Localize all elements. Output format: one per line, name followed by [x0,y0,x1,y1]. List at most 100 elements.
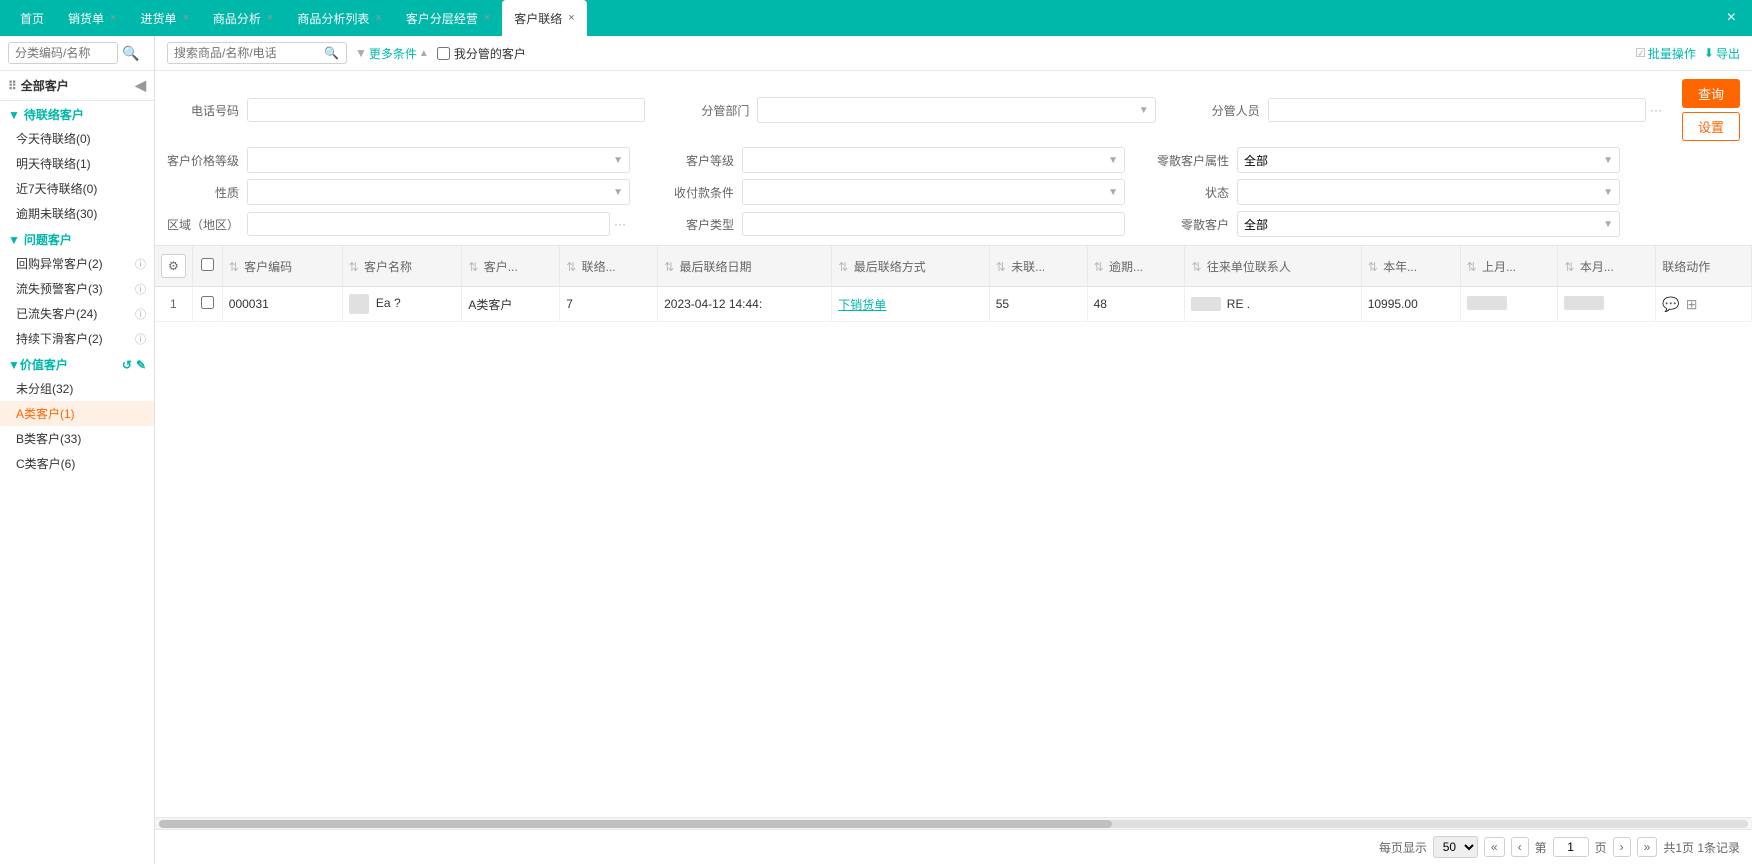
sort-contact2-icon[interactable]: ⇅ [1191,260,1201,274]
close-goods-list-icon[interactable]: × [375,12,381,24]
sort-lastdate-icon[interactable]: ⇅ [664,260,674,274]
sidebar-item-c-class[interactable]: C类客户(6) [0,451,154,476]
my-customers-checkbox[interactable]: 我分管的客户 [437,45,526,62]
sort-uncontacted-icon[interactable]: ⇅ [996,260,1006,274]
sidebar-section-pending: ▼ 待联络客户 [0,101,154,126]
filter-search-input[interactable] [174,46,324,60]
filter-select-price-grade[interactable]: ▼ [247,147,630,173]
page-label: 第 [1535,839,1547,856]
filter-select-dept[interactable]: ▼ [757,97,1155,123]
sidebar-item-declining[interactable]: 持续下滑客户(2) ⓘ [0,326,154,351]
query-button[interactable]: 查询 [1682,79,1740,108]
filter-input-person[interactable] [1268,98,1646,122]
sort-lastmonth-icon[interactable]: ⇅ [1467,260,1477,274]
sort-thismonth-icon[interactable]: ⇅ [1564,260,1574,274]
select-all-checkbox[interactable] [201,258,214,271]
filter-select-cust-grade[interactable]: ▼ [742,147,1125,173]
filter-select-payment[interactable]: ▼ [742,179,1125,205]
scrollbar-thumb[interactable] [159,820,1112,828]
first-page-btn[interactable]: « [1484,837,1505,857]
filter-search-icon[interactable]: 🔍 [324,46,339,60]
sort-overdue-icon[interactable]: ⇅ [1094,260,1104,274]
sidebar-section-problem: ▼ 问题客户 [0,226,154,251]
close-customer-contact-icon[interactable]: × [568,12,574,24]
settings-button[interactable]: 设置 [1682,112,1740,141]
prev-page-btn[interactable]: ‹ [1511,837,1529,857]
filter-select-retail-attr[interactable]: 全部 ▼ [1237,147,1620,173]
nav-tab-purchase[interactable]: 进货单 × [128,0,200,36]
column-settings-btn[interactable]: ⚙ [161,254,186,278]
nav-tab-customer-contact[interactable]: 客户联络 × [502,0,586,36]
qr-icon[interactable]: ⊞ [1686,296,1698,313]
refresh-icon[interactable]: ↺ [122,358,132,372]
th-this-month: ⇅ 本月... [1558,246,1656,287]
row-last-date: 2023-04-12 14:44: [658,287,832,322]
batch-op-btn[interactable]: ☑ 批量操作 [1635,45,1696,62]
th-code: ⇅ 客户编码 [222,246,342,287]
row-contact: 7 [560,287,658,322]
horizontal-scrollbar[interactable] [155,817,1752,829]
person-more-icon[interactable]: ··· [1646,103,1666,117]
sidebar-item-ungroup[interactable]: 未分组(32) [0,376,154,401]
nav-tab-sales[interactable]: 销货单 × [56,0,128,36]
close-goods-analysis-icon[interactable]: × [267,12,273,24]
filter-label-retail: 零散客户 [1157,216,1237,233]
sort-lastmethod-icon[interactable]: ⇅ [838,260,848,274]
triangle-icon-3: ▼ [8,358,20,372]
chevron-down-grade-icon: ▼ [1108,155,1118,166]
sidebar-item-7days[interactable]: 近7天待联络(0) [0,176,154,201]
filter-label-person: 分管人员 [1188,102,1268,119]
filter-bar: 🔍 ▼ 更多条件 ▲ 我分管的客户 ☑ 批量操作 ⬇ 导出 [155,36,1752,71]
sidebar-item-today[interactable]: 今天待联络(0) [0,126,154,151]
last-page-btn[interactable]: » [1637,837,1658,857]
chevron-down-retail2-icon: ▼ [1603,219,1613,230]
my-customers-check[interactable] [437,47,450,60]
filter-select-status[interactable]: ▼ [1237,179,1620,205]
sort-name-icon[interactable]: ⇅ [349,260,359,274]
filter-select-retail[interactable]: 全部 ▼ [1237,211,1620,237]
page-input[interactable] [1553,837,1589,857]
sidebar-search-icon[interactable]: 🔍 [122,45,139,62]
close-sales-icon[interactable]: × [110,12,116,24]
nav-tab-home[interactable]: 首页 [8,0,56,36]
chat-icon[interactable]: 💬 [1662,296,1679,313]
region-more-icon[interactable]: ··· [610,217,630,231]
nav-tab-goods-analysis[interactable]: 商品分析 × [201,0,285,36]
sidebar-value-actions: ↺ ✎ [122,358,146,372]
sort-type-icon[interactable]: ⇅ [468,260,478,274]
sort-code-icon[interactable]: ⇅ [229,260,239,274]
sidebar-item-abnormal[interactable]: 回购异常客户(2) ⓘ [0,251,154,276]
sidebar-section-problem-label: 问题客户 [24,231,72,248]
sidebar-search-input[interactable] [8,42,118,64]
filter-select-nature[interactable]: ▼ [247,179,630,205]
sidebar-item-lost-warning[interactable]: 流失预警客户(3) ⓘ [0,276,154,301]
filter-input-region[interactable] [247,212,610,236]
edit-icon[interactable]: ✎ [136,358,146,372]
export-btn[interactable]: ⬇ 导出 [1704,45,1740,62]
close-all-tabs-icon[interactable]: × [1719,9,1744,27]
last-method-link[interactable]: 下销货单 [838,298,886,312]
filter-label-payment: 收付款条件 [662,184,742,201]
sidebar-collapse-icon[interactable]: ◀ [135,77,146,94]
next-page-btn[interactable]: › [1613,837,1631,857]
filter-input-cust-type[interactable] [742,212,1125,236]
more-filters-btn[interactable]: ▼ 更多条件 ▲ [355,45,429,62]
sidebar-item-overdue[interactable]: 逾期未联络(30) [0,201,154,226]
scrollbar-track[interactable] [159,820,1748,828]
per-page-label: 每页显示 [1379,839,1427,856]
per-page-select[interactable]: 50 100 200 [1433,836,1478,858]
close-purchase-icon[interactable]: × [182,12,188,24]
sidebar-item-lost[interactable]: 已流失客户(24) ⓘ [0,301,154,326]
row-checkbox[interactable] [201,296,214,309]
sidebar-item-a-class[interactable]: A类客户(1) [0,401,154,426]
filter-input-phone[interactable] [247,98,645,122]
nav-tab-customer-tier[interactable]: 客户分层经营 × [394,0,502,36]
sidebar-item-tomorrow[interactable]: 明天待联络(1) [0,151,154,176]
sort-thisyear-icon[interactable]: ⇅ [1368,260,1378,274]
sort-contact-icon[interactable]: ⇅ [566,260,576,274]
sidebar-item-b-class[interactable]: B类客户(33) [0,426,154,451]
page-end-label: 页 [1595,839,1607,856]
nav-tab-goods-list[interactable]: 商品分析列表 × [285,0,393,36]
close-customer-tier-icon[interactable]: × [484,12,490,24]
toolbar-right: ☑ 批量操作 ⬇ 导出 [1635,45,1740,62]
